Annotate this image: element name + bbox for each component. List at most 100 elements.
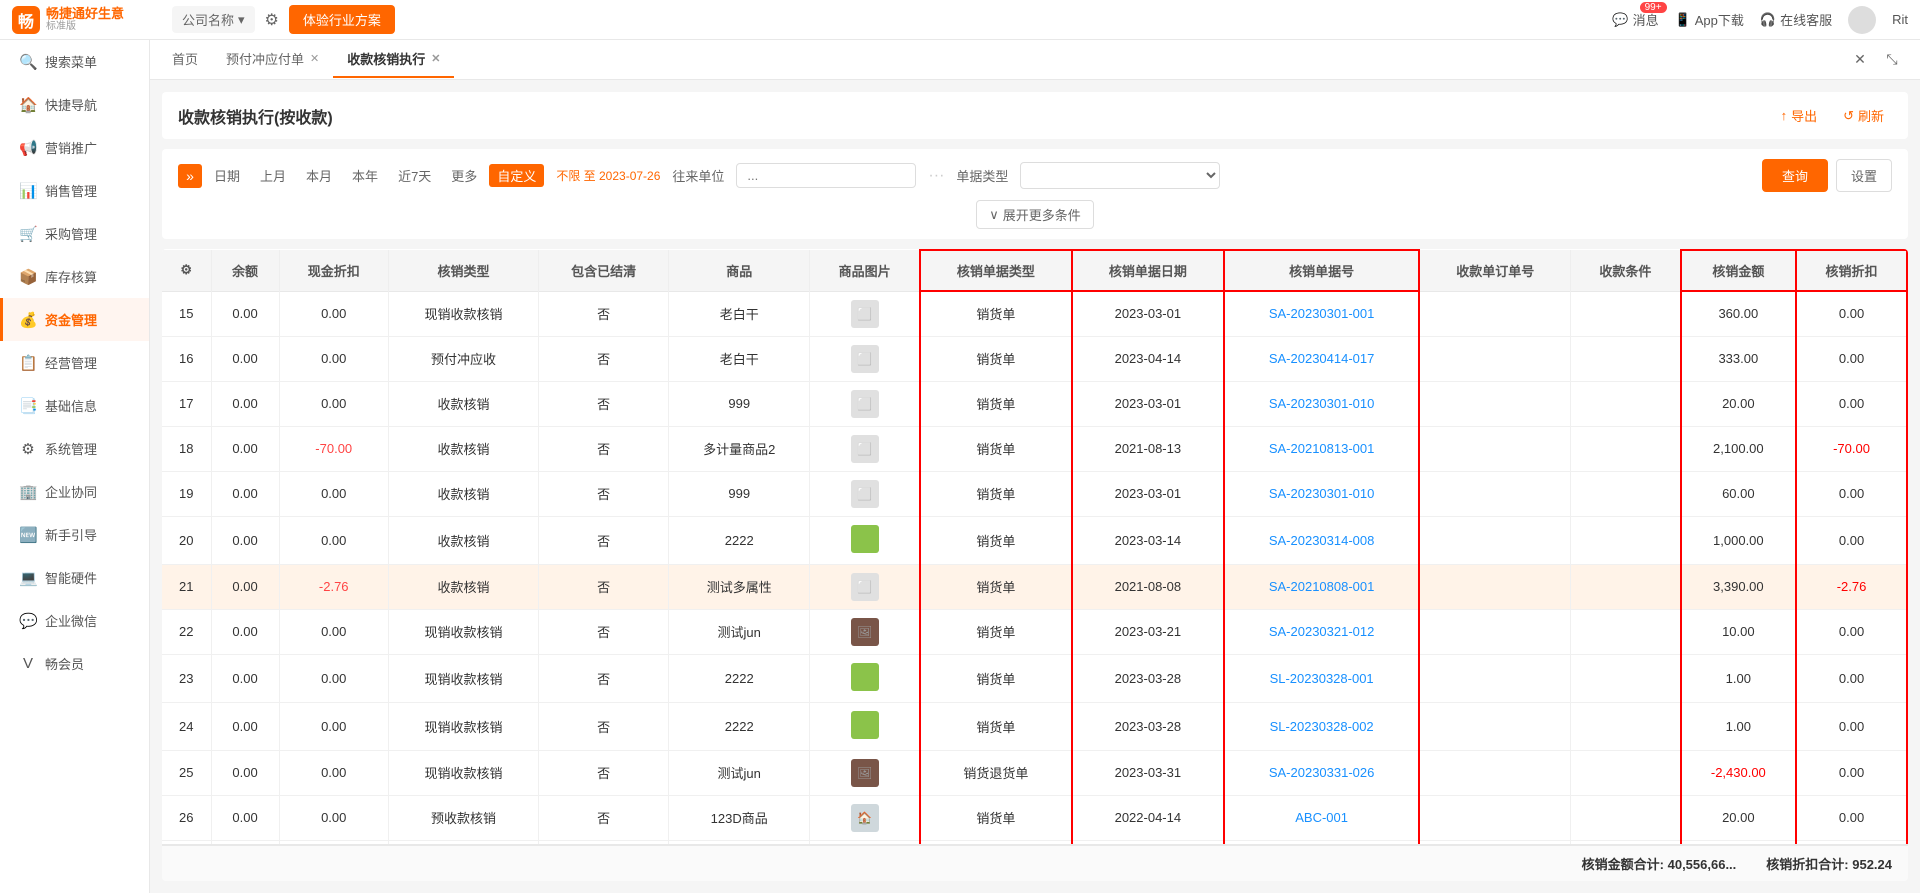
tab-home[interactable]: 首页 — [158, 41, 212, 78]
td-verify-amount: 20.00 — [1681, 795, 1796, 840]
sidebar-item-inventory[interactable]: 📦 库存核算 — [0, 255, 149, 298]
date-opt-more[interactable]: 更多 — [443, 164, 485, 187]
bill-no-link[interactable]: SA-20230414-017 — [1269, 351, 1375, 366]
tab-collection[interactable]: 收款核销执行 ✕ — [333, 41, 454, 78]
total-amount-value: 40,556,66... — [1668, 857, 1737, 872]
td-verify-bill-no[interactable]: SA-20230301-010 — [1224, 381, 1420, 426]
bill-no-link[interactable]: SA-20230301-010 — [1269, 396, 1375, 411]
td-verify-date: 2021-08-08 — [1072, 564, 1224, 609]
td-verify-bill-no[interactable]: SA-20210813-001 — [1224, 426, 1420, 471]
sidebar-label-guide: 新手引导 — [45, 525, 97, 544]
table-row: 21 0.00 -2.76 收款核销 否 测试多属性 ⬜ 销货单 2021-08… — [162, 564, 1907, 609]
td-goods-img: ⬜ — [810, 336, 920, 381]
date-opt-last-month[interactable]: 上月 — [252, 164, 294, 187]
sidebar-item-member[interactable]: V 畅会员 — [0, 642, 149, 685]
sidebar-label-operations: 经营管理 — [45, 353, 97, 372]
app-download-button[interactable]: 📱 App下载 — [1675, 10, 1744, 29]
logo-title: 畅捷通好生意 — [46, 6, 124, 22]
filter-toggle-button[interactable]: » — [178, 164, 202, 188]
bill-type-select[interactable] — [1020, 162, 1220, 189]
solution-button[interactable]: 体验行业方案 — [289, 5, 395, 34]
avatar[interactable] — [1848, 6, 1876, 34]
sidebar-item-sales[interactable]: 📊 销售管理 — [0, 169, 149, 212]
td-include-settled: 否 — [539, 516, 669, 564]
date-opt-this-year[interactable]: 本年 — [344, 164, 386, 187]
bill-no-link[interactable]: SA-20230321-012 — [1269, 624, 1375, 639]
tab-prepay[interactable]: 预付冲应付单 ✕ — [212, 41, 333, 78]
message-button[interactable]: 💬 消息 99+ — [1612, 10, 1658, 29]
goods-img-photo: 🖼 — [851, 618, 879, 646]
tab-collection-close[interactable]: ✕ — [431, 52, 440, 65]
bill-no-link[interactable]: SL-20230328-002 — [1270, 719, 1374, 734]
refresh-button[interactable]: ↺ 刷新 — [1835, 102, 1892, 129]
td-receipt-condition — [1571, 291, 1681, 336]
td-id: 25 — [162, 750, 211, 795]
sidebar-item-operations[interactable]: 📋 经营管理 — [0, 341, 149, 384]
counterpart-input[interactable] — [736, 163, 916, 188]
sidebar-item-quicknav[interactable]: 🏠 快捷导航 — [0, 83, 149, 126]
td-verify-bill-type: 销货单 — [920, 702, 1072, 750]
td-id: 16 — [162, 336, 211, 381]
td-receipt-condition — [1571, 702, 1681, 750]
user-name: Rit — [1892, 12, 1908, 27]
export-button[interactable]: ↑ 导出 — [1773, 102, 1826, 129]
td-verify-bill-no[interactable]: ABC-001 — [1224, 795, 1420, 840]
bill-no-link[interactable]: SA-20230331-026 — [1269, 765, 1375, 780]
sidebar-item-marketing[interactable]: 📢 营销推广 — [0, 126, 149, 169]
sidebar-item-corp[interactable]: 🏢 企业协同 — [0, 470, 149, 513]
online-service-button[interactable]: 🎧 在线客服 — [1760, 10, 1832, 29]
setting-button[interactable]: 设置 — [1836, 159, 1892, 192]
bill-no-link[interactable]: SA-20230301-010 — [1269, 486, 1375, 501]
gear-icon[interactable]: ⚙ — [265, 10, 279, 30]
td-verify-bill-no[interactable]: SL-20230328-001 — [1224, 654, 1420, 702]
td-goods: 测试多属性 — [669, 564, 810, 609]
th-verify-discount: 核销折扣 — [1796, 250, 1907, 291]
sidebar-item-guide[interactable]: 🆕 新手引导 — [0, 513, 149, 556]
td-verify-bill-no[interactable]: SA-20230314-008 — [1224, 516, 1420, 564]
expand-label: 展开更多条件 — [1003, 205, 1081, 224]
date-opt-this-month[interactable]: 本月 — [298, 164, 340, 187]
td-id: 23 — [162, 654, 211, 702]
td-verify-bill-no[interactable]: SA-20210808-001 — [1224, 564, 1420, 609]
td-verify-date: 2022-04-14 — [1072, 795, 1224, 840]
query-button[interactable]: 查询 — [1762, 159, 1828, 192]
page-header: 收款核销执行(按收款) ↑ 导出 ↺ 刷新 — [162, 92, 1908, 139]
sidebar-item-system[interactable]: ⚙ 系统管理 — [0, 427, 149, 470]
sidebar-item-basic[interactable]: 📑 基础信息 — [0, 384, 149, 427]
tab-prepay-close[interactable]: ✕ — [310, 52, 319, 65]
sidebar-item-hardware[interactable]: 💻 智能硬件 — [0, 556, 149, 599]
td-verify-bill-no[interactable]: SA-20230414-017 — [1224, 336, 1420, 381]
td-verify-bill-no[interactable]: SA-20230301-010 — [1224, 471, 1420, 516]
td-verify-bill-no[interactable]: SA-20230331-026 — [1224, 750, 1420, 795]
td-verify-bill-no[interactable]: SA-20230301-001 — [1224, 291, 1420, 336]
td-cash-discount: 0.00 — [279, 381, 388, 426]
td-receipt-order-no — [1419, 564, 1570, 609]
bill-no-link[interactable]: SA-20230301-001 — [1269, 306, 1375, 321]
td-goods: 多计量商品2 — [669, 426, 810, 471]
filter-actions: 查询 设置 — [1762, 159, 1892, 192]
tab-expand-btn[interactable]: ⤡ — [1880, 48, 1904, 72]
bill-no-link[interactable]: SA-20210813-001 — [1269, 441, 1375, 456]
sidebar-item-purchase[interactable]: 🛒 采购管理 — [0, 212, 149, 255]
top-bar-right: 💬 消息 99+ 📱 App下载 🎧 在线客服 Rit — [1612, 6, 1908, 34]
td-verify-bill-no[interactable]: SL-20230328-002 — [1224, 702, 1420, 750]
bill-no-link[interactable]: SL-20230328-001 — [1270, 671, 1374, 686]
sidebar-item-wechat[interactable]: 💬 企业微信 — [0, 599, 149, 642]
expand-more-button[interactable]: ∨ 展开更多条件 — [976, 200, 1094, 229]
tab-home-label: 首页 — [172, 49, 198, 68]
company-selector[interactable]: 公司名称 ▾ — [172, 6, 255, 33]
td-verify-type: 收款核销 — [388, 564, 538, 609]
sidebar-item-search[interactable]: 🔍 搜索菜单 — [0, 40, 149, 83]
date-opt-custom[interactable]: 自定义 — [489, 164, 544, 187]
bill-no-link[interactable]: ABC-001 — [1295, 810, 1348, 825]
goods-img-blank: ⬜ — [851, 390, 879, 418]
date-opt-7days[interactable]: 近7天 — [390, 164, 439, 187]
td-goods-img: ⬜ — [810, 564, 920, 609]
table-scroll[interactable]: ⚙ 余额 现金折扣 核销类型 包含已结清 商品 商品图片 核销单据类型 核销单据… — [162, 249, 1908, 844]
td-verify-bill-type: 销货单 — [920, 471, 1072, 516]
bill-no-link[interactable]: SA-20210808-001 — [1269, 579, 1375, 594]
bill-no-link[interactable]: SA-20230314-008 — [1269, 533, 1375, 548]
td-verify-bill-no[interactable]: SA-20230321-012 — [1224, 609, 1420, 654]
tab-close-btn[interactable]: ✕ — [1848, 48, 1872, 72]
sidebar-item-finance[interactable]: 💰 资金管理 — [0, 298, 149, 341]
